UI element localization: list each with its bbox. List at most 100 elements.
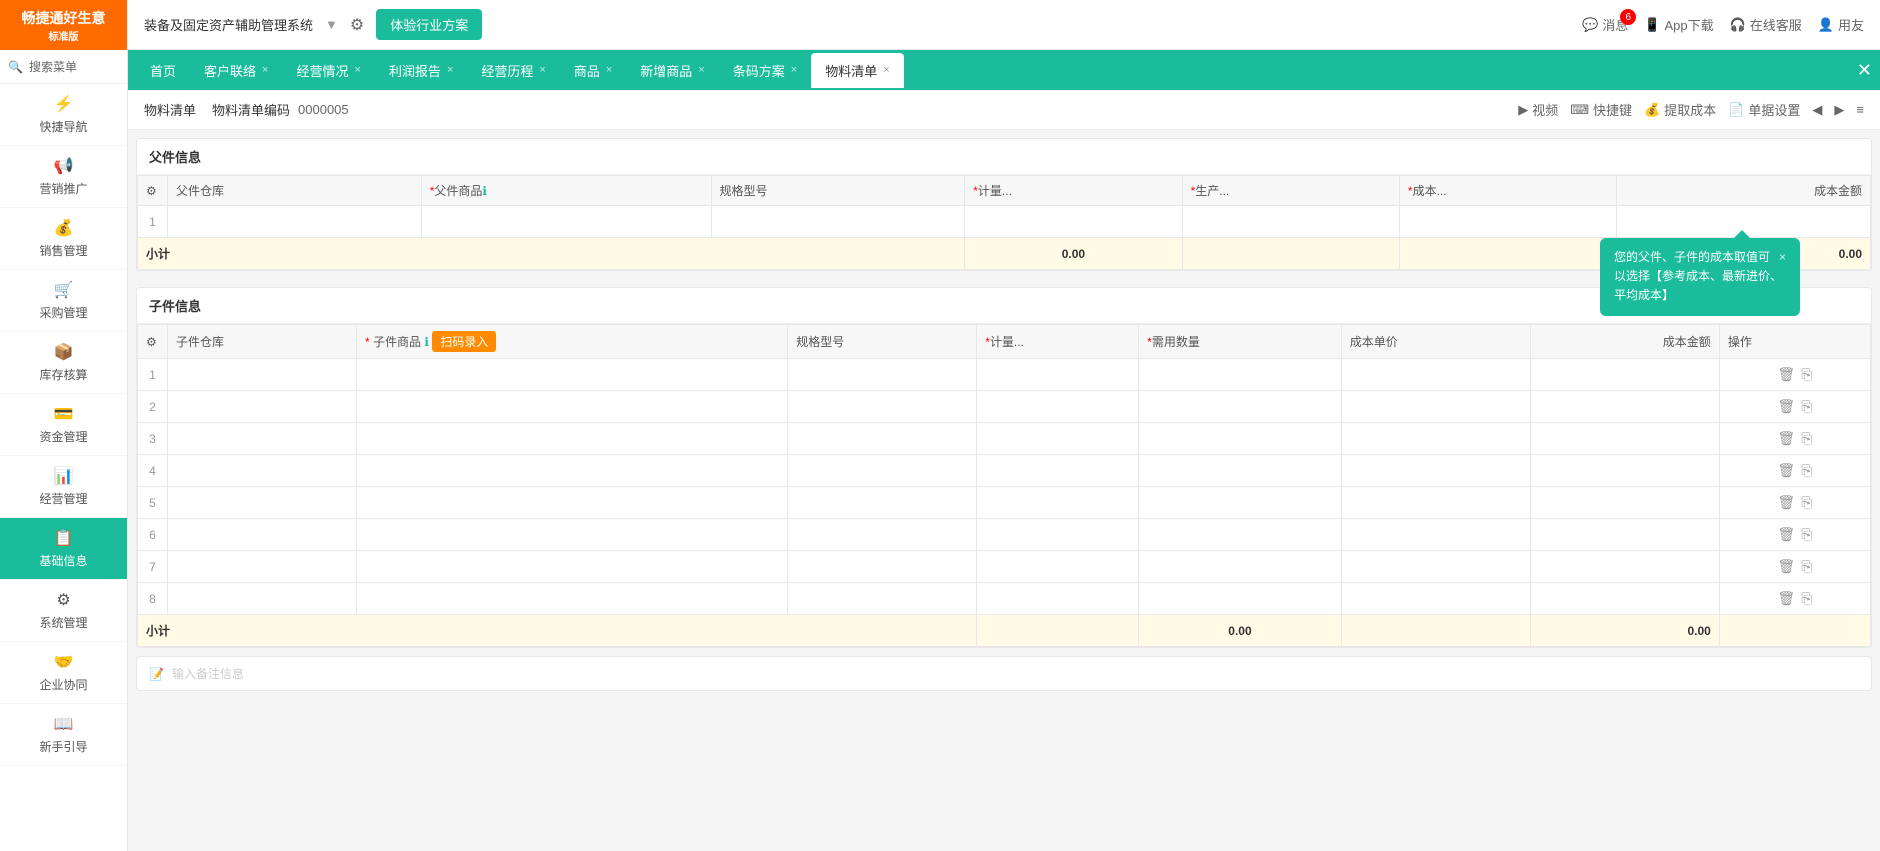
online-service-button[interactable]: 🎧 在线客服 (1730, 15, 1802, 34)
child-qty-cell[interactable] (1139, 519, 1342, 551)
tab-profit-close[interactable]: × (447, 64, 453, 76)
parent-production-cell[interactable] (1182, 206, 1399, 238)
sidebar-item-collab[interactable]: 🤝 企业协同 (0, 642, 127, 704)
sidebar-item-basic[interactable]: 📋 基础信息 (0, 518, 127, 580)
child-unit-cost-cell[interactable] (1341, 583, 1530, 615)
sidebar-item-guide[interactable]: 📖 新手引导 (0, 704, 127, 766)
child-unit-cost-cell[interactable] (1341, 519, 1530, 551)
copy-icon[interactable]: ⎘ (1801, 494, 1812, 511)
tab-biz-close[interactable]: × (539, 64, 545, 76)
child-unit-cost-cell[interactable] (1341, 423, 1530, 455)
child-spec-cell[interactable] (788, 583, 977, 615)
sidebar-item-quicknav[interactable]: ⚡ 快捷导航 (0, 84, 127, 146)
delete-icon[interactable]: 🗑 (1777, 526, 1795, 543)
tab-home[interactable]: 首页 (136, 53, 190, 88)
child-product-cell[interactable] (357, 423, 788, 455)
child-unit-cost-cell[interactable] (1341, 551, 1530, 583)
sidebar-item-marketing[interactable]: 📢 营销推广 (0, 146, 127, 208)
tab-customer-close[interactable]: × (262, 64, 268, 76)
child-unit-cell[interactable] (977, 519, 1139, 551)
copy-icon[interactable]: ⎘ (1801, 526, 1812, 543)
nav-next-button[interactable]: ▶ (1834, 102, 1844, 118)
child-warehouse-cell[interactable] (168, 359, 357, 391)
tab-ops-close[interactable]: × (354, 64, 360, 76)
sidebar-search[interactable]: 🔍 搜索菜单 (0, 50, 127, 84)
trial-button[interactable]: 体验行业方案 (376, 9, 482, 40)
settings-button[interactable]: 📄 单据设置 (1728, 100, 1800, 119)
tab-barcode-close[interactable]: × (791, 64, 797, 76)
copy-icon[interactable]: ⎘ (1801, 430, 1812, 447)
delete-icon[interactable]: 🗑 (1777, 494, 1795, 511)
child-warehouse-cell[interactable] (168, 583, 357, 615)
sidebar-item-inventory[interactable]: 📦 库存核算 (0, 332, 127, 394)
child-unit-cell[interactable] (977, 423, 1139, 455)
sidebar-item-operations[interactable]: 📊 经营管理 (0, 456, 127, 518)
child-unit-cost-cell[interactable] (1341, 487, 1530, 519)
close-all-icon[interactable]: ✕ (1857, 60, 1872, 81)
child-warehouse-cell[interactable] (168, 455, 357, 487)
child-unit-cell[interactable] (977, 487, 1139, 519)
delete-icon[interactable]: 🗑 (1777, 398, 1795, 415)
parent-col-settings[interactable]: ⚙ (138, 176, 168, 206)
child-warehouse-cell[interactable] (168, 487, 357, 519)
child-unit-cost-cell[interactable] (1341, 455, 1530, 487)
tab-bom[interactable]: 物料清单 × (811, 53, 903, 88)
child-spec-cell[interactable] (788, 391, 977, 423)
child-qty-cell[interactable] (1139, 391, 1342, 423)
sidebar-item-finance[interactable]: 💳 资金管理 (0, 394, 127, 456)
child-qty-cell[interactable] (1139, 551, 1342, 583)
tooltip-close[interactable]: × (1779, 248, 1786, 267)
child-product-cell[interactable] (357, 359, 788, 391)
child-product-cell[interactable] (357, 487, 788, 519)
tab-biz-process[interactable]: 经营历程 × (467, 53, 559, 88)
child-qty-cell[interactable] (1139, 359, 1342, 391)
tab-customer[interactable]: 客户联络 × (190, 53, 282, 88)
child-spec-cell[interactable] (788, 423, 977, 455)
child-qty-cell[interactable] (1139, 423, 1342, 455)
child-warehouse-cell[interactable] (168, 519, 357, 551)
tab-new-product-close[interactable]: × (698, 64, 704, 76)
child-unit-cell[interactable] (977, 455, 1139, 487)
parent-cost-cell[interactable] (1399, 206, 1616, 238)
child-unit-cost-cell[interactable] (1341, 391, 1530, 423)
nav-list-button[interactable]: ≡ (1856, 102, 1864, 117)
user-button[interactable]: 👤 用友 (1818, 15, 1864, 34)
child-warehouse-cell[interactable] (168, 423, 357, 455)
copy-icon[interactable]: ⎘ (1801, 558, 1812, 575)
video-button[interactable]: ▶ 视频 (1518, 100, 1558, 119)
child-product-cell[interactable] (357, 391, 788, 423)
parent-warehouse-cell[interactable] (168, 206, 422, 238)
tab-profit[interactable]: 利润报告 × (375, 53, 467, 88)
child-spec-cell[interactable] (788, 487, 977, 519)
child-warehouse-cell[interactable] (168, 551, 357, 583)
child-warehouse-cell[interactable] (168, 391, 357, 423)
tab-operations-status[interactable]: 经营情况 × (282, 53, 374, 88)
gear-icon[interactable]: ⚙ (350, 15, 364, 35)
nav-prev-button[interactable]: ◀ (1812, 102, 1822, 118)
note-placeholder[interactable]: 输入备注信息 (172, 665, 244, 682)
tab-new-product[interactable]: 新增商品 × (626, 53, 718, 88)
parent-spec-cell[interactable] (711, 206, 965, 238)
parent-product-cell[interactable] (421, 206, 711, 238)
tab-barcode[interactable]: 条码方案 × (719, 53, 811, 88)
app-download-button[interactable]: 📱 App下载 (1644, 15, 1713, 34)
tab-products[interactable]: 商品 × (560, 53, 626, 88)
child-col-settings[interactable]: ⚙ (138, 325, 168, 359)
tab-bom-close[interactable]: × (883, 64, 889, 76)
child-qty-cell[interactable] (1139, 487, 1342, 519)
child-spec-cell[interactable] (788, 551, 977, 583)
message-button[interactable]: 💬 6 消息 (1582, 15, 1628, 34)
copy-icon[interactable]: ⎘ (1801, 398, 1812, 415)
delete-icon[interactable]: 🗑 (1777, 590, 1795, 607)
sidebar-item-system[interactable]: ⚙ 系统管理 (0, 580, 127, 642)
child-product-cell[interactable] (357, 455, 788, 487)
child-spec-cell[interactable] (788, 455, 977, 487)
delete-icon[interactable]: 🗑 (1777, 558, 1795, 575)
child-product-cell[interactable] (357, 551, 788, 583)
copy-icon[interactable]: ⎘ (1801, 590, 1812, 607)
child-unit-cell[interactable] (977, 583, 1139, 615)
delete-icon[interactable]: 🗑 (1777, 366, 1795, 383)
dropdown-arrow-icon[interactable]: ▼ (325, 17, 338, 32)
child-spec-cell[interactable] (788, 519, 977, 551)
child-unit-cell[interactable] (977, 359, 1139, 391)
